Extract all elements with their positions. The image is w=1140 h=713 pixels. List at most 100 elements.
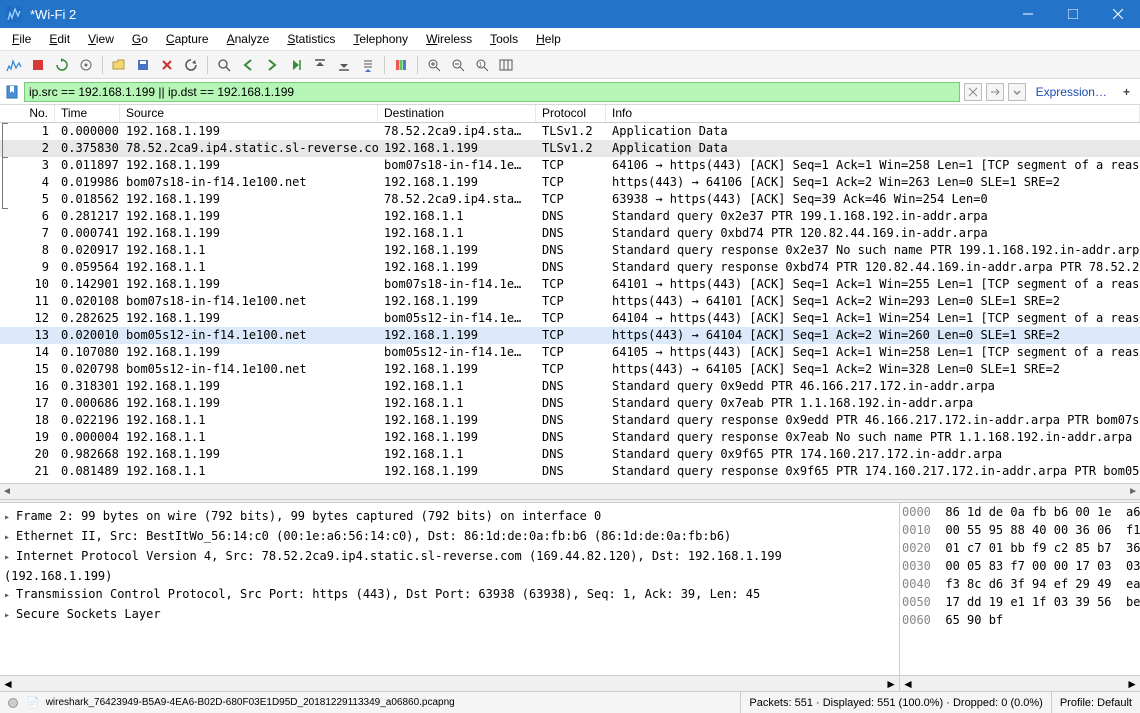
packet-row[interactable]: 100.142901192.168.1.199bom07s18-in-f14.1… [0, 276, 1140, 293]
menu-help[interactable]: Help [528, 30, 569, 48]
goto-packet-icon[interactable] [286, 55, 306, 75]
packet-row[interactable]: 160.318301192.168.1.199192.168.1.1DNSSta… [0, 378, 1140, 395]
maximize-button[interactable] [1050, 0, 1095, 28]
last-packet-icon[interactable] [334, 55, 354, 75]
detail-tree-item[interactable]: Secure Sockets Layer [4, 605, 895, 625]
hex-row[interactable]: 0020 01 c7 01 bb f9 c2 85 b7 36 [902, 539, 1138, 557]
detail-tree-item[interactable]: Internet Protocol Version 4, Src: 78.52.… [4, 547, 895, 585]
col-source[interactable]: Source [120, 105, 378, 122]
col-destination[interactable]: Destination [378, 105, 536, 122]
packet-row[interactable]: 130.020010bom05s12-in-f14.1e100.net192.1… [0, 327, 1140, 344]
minimize-button[interactable] [1005, 0, 1050, 28]
status-profile[interactable]: Profile: Default [1052, 692, 1140, 713]
hex-row[interactable]: 0000 86 1d de 0a fb b6 00 1e a6 [902, 503, 1138, 521]
detail-tree-item[interactable]: Ethernet II, Src: BestItWo_56:14:c0 (00:… [4, 527, 895, 547]
recent-filter-icon[interactable] [1008, 83, 1026, 101]
status-packets: Packets: 551 · Displayed: 551 (100.0%) ·… [741, 692, 1051, 713]
menu-edit[interactable]: Edit [41, 30, 78, 48]
zoom-reset-icon[interactable]: 1 [472, 55, 492, 75]
menu-bar: FileEditViewGoCaptureAnalyzeStatisticsTe… [0, 28, 1140, 51]
zoom-out-icon[interactable] [448, 55, 468, 75]
packet-row[interactable]: 70.000741192.168.1.199192.168.1.1DNSStan… [0, 225, 1140, 242]
menu-go[interactable]: Go [124, 30, 156, 48]
save-file-icon[interactable] [133, 55, 153, 75]
auto-scroll-icon[interactable] [358, 55, 378, 75]
expert-info-icon[interactable] [8, 698, 18, 708]
stop-capture-icon[interactable] [28, 55, 48, 75]
packet-row[interactable]: 190.000004192.168.1.1192.168.1.199DNSSta… [0, 429, 1140, 446]
find-packet-icon[interactable] [214, 55, 234, 75]
apply-filter-icon[interactable] [986, 83, 1004, 101]
packet-row[interactable]: 20.37583078.52.2ca9.ip4.static.sl-revers… [0, 140, 1140, 157]
menu-telephony[interactable]: Telephony [345, 30, 416, 48]
menu-tools[interactable]: Tools [482, 30, 526, 48]
folder-icon: 📄 [26, 696, 40, 709]
menu-file[interactable]: File [4, 30, 39, 48]
packet-row[interactable]: 90.059564192.168.1.1192.168.1.199DNSStan… [0, 259, 1140, 276]
menu-statistics[interactable]: Statistics [279, 30, 343, 48]
colorize-icon[interactable] [391, 55, 411, 75]
col-info[interactable]: Info [606, 105, 1140, 122]
details-hscroll[interactable]: ◄► [0, 675, 900, 691]
packet-list-pane: No. Time Source Destination Protocol Inf… [0, 105, 1140, 499]
menu-view[interactable]: View [80, 30, 122, 48]
capture-options-icon[interactable] [76, 55, 96, 75]
close-button[interactable] [1095, 0, 1140, 28]
hex-row[interactable]: 0040 f3 8c d6 3f 94 ef 29 49 ea [902, 575, 1138, 593]
hex-hscroll[interactable]: ◄► [900, 675, 1140, 691]
packet-row[interactable]: 150.020798bom05s12-in-f14.1e100.net192.1… [0, 361, 1140, 378]
packet-hscroll[interactable]: ◄► [0, 483, 1140, 499]
hex-row[interactable]: 0030 00 05 83 f7 00 00 17 03 03 [902, 557, 1138, 575]
col-time[interactable]: Time [55, 105, 120, 122]
packet-row[interactable]: 180.022196192.168.1.1192.168.1.199DNSSta… [0, 412, 1140, 429]
main-toolbar: 1 [0, 51, 1140, 79]
menu-analyze[interactable]: Analyze [219, 30, 278, 48]
packet-row[interactable]: 10.000000192.168.1.19978.52.2ca9.ip4.sta… [0, 123, 1140, 140]
window-title: *Wi-Fi 2 [30, 7, 1005, 22]
filter-bar: Expression… + [0, 79, 1140, 105]
display-filter-input[interactable] [24, 82, 960, 102]
detail-tree-item[interactable]: Frame 2: 99 bytes on wire (792 bits), 99… [4, 507, 895, 527]
menu-wireless[interactable]: Wireless [418, 30, 480, 48]
detail-tree-item[interactable]: Transmission Control Protocol, Src Port:… [4, 585, 895, 605]
status-file: wireshark_76423949-B5A9-4EA6-B02D-680F03… [46, 697, 455, 708]
hex-row[interactable]: 0050 17 dd 19 e1 1f 03 39 56 be [902, 593, 1138, 611]
resize-columns-icon[interactable] [496, 55, 516, 75]
reload-file-icon[interactable] [181, 55, 201, 75]
next-packet-icon[interactable] [262, 55, 282, 75]
expression-button[interactable]: Expression… [1030, 85, 1113, 99]
hex-row[interactable]: 0010 00 55 95 88 40 00 36 06 f1 [902, 521, 1138, 539]
restart-capture-icon[interactable] [52, 55, 72, 75]
packet-row[interactable]: 60.281217192.168.1.199192.168.1.1DNSStan… [0, 208, 1140, 225]
status-bar: 📄 wireshark_76423949-B5A9-4EA6-B02D-680F… [0, 691, 1140, 713]
prev-packet-icon[interactable] [238, 55, 258, 75]
packet-row[interactable]: 50.018562192.168.1.19978.52.2ca9.ip4.sta… [0, 191, 1140, 208]
col-no[interactable]: No. [0, 105, 55, 122]
open-file-icon[interactable] [109, 55, 129, 75]
col-protocol[interactable]: Protocol [536, 105, 606, 122]
packet-row[interactable]: 110.020108bom07s18-in-f14.1e100.net192.1… [0, 293, 1140, 310]
hex-row[interactable]: 0060 65 90 bf [902, 611, 1138, 629]
packet-row[interactable]: 210.081489192.168.1.1192.168.1.199DNSSta… [0, 463, 1140, 480]
clear-filter-icon[interactable] [964, 83, 982, 101]
packet-row[interactable]: 170.000686192.168.1.199192.168.1.1DNSSta… [0, 395, 1140, 412]
packet-row[interactable]: 120.282625192.168.1.199bom05s12-in-f14.1… [0, 310, 1140, 327]
packet-details-pane[interactable]: Frame 2: 99 bytes on wire (792 bits), 99… [0, 503, 900, 675]
packet-bytes-pane[interactable]: 0000 86 1d de 0a fb b6 00 1e a60010 00 5… [900, 503, 1140, 675]
add-filter-button[interactable]: + [1117, 85, 1136, 99]
packet-row[interactable]: 30.011897192.168.1.199bom07s18-in-f14.1e… [0, 157, 1140, 174]
first-packet-icon[interactable] [310, 55, 330, 75]
packet-row[interactable]: 200.982668192.168.1.199192.168.1.1DNSSta… [0, 446, 1140, 463]
packet-rows[interactable]: 10.000000192.168.1.19978.52.2ca9.ip4.sta… [0, 123, 1140, 483]
packet-row[interactable]: 80.020917192.168.1.1192.168.1.199DNSStan… [0, 242, 1140, 259]
packet-row[interactable]: 40.019986bom07s18-in-f14.1e100.net192.16… [0, 174, 1140, 191]
bookmark-filter-icon[interactable] [4, 84, 20, 100]
close-file-icon[interactable] [157, 55, 177, 75]
start-capture-icon[interactable] [4, 55, 24, 75]
zoom-in-icon[interactable] [424, 55, 444, 75]
app-icon [6, 6, 22, 22]
menu-capture[interactable]: Capture [158, 30, 217, 48]
title-bar: *Wi-Fi 2 [0, 0, 1140, 28]
column-headers[interactable]: No. Time Source Destination Protocol Inf… [0, 105, 1140, 123]
packet-row[interactable]: 140.107080192.168.1.199bom05s12-in-f14.1… [0, 344, 1140, 361]
